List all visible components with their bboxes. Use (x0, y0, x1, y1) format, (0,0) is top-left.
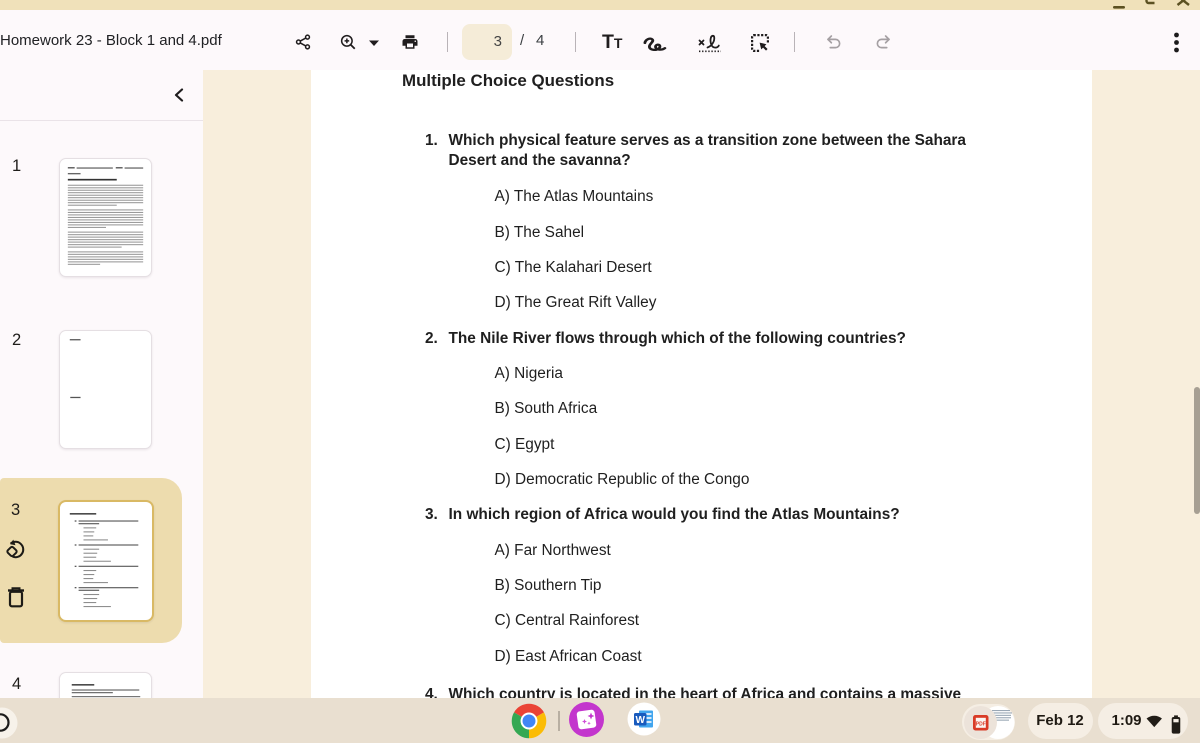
svg-text:W: W (635, 715, 645, 726)
svg-text:PDF: PDF (976, 721, 986, 727)
